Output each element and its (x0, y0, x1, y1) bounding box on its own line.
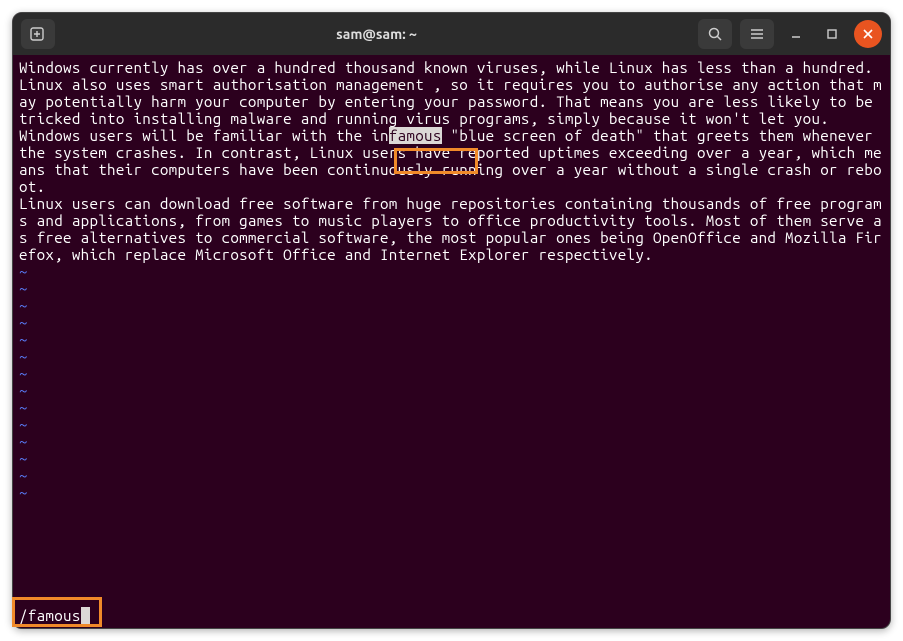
search-highlight: famous (389, 127, 442, 144)
tilde-line: ~ (19, 399, 884, 416)
new-tab-button[interactable] (21, 19, 55, 49)
tilde-line: ~ (19, 433, 884, 450)
titlebar: sam@sam: ~ (13, 13, 890, 55)
paragraph-1: Windows currently has over a hundred tho… (19, 59, 882, 127)
tilde-line: ~ (19, 467, 884, 484)
tilde-line: ~ (19, 331, 884, 348)
tilde-line: ~ (19, 297, 884, 314)
terminal-window: sam@sam: ~ Windows currently has over a … (12, 12, 891, 629)
paragraph-3: Linux users can download free software f… (19, 195, 882, 263)
tilde-line: ~ (19, 416, 884, 433)
tilde-line: ~ (19, 450, 884, 467)
titlebar-right (698, 19, 882, 49)
tilde-line: ~ (19, 280, 884, 297)
tilde-line: ~ (19, 484, 884, 501)
close-icon (862, 28, 874, 40)
window-title: sam@sam: ~ (55, 26, 698, 42)
tilde-line: ~ (19, 382, 884, 399)
command-line[interactable]: /famous (19, 607, 884, 624)
titlebar-left (21, 19, 55, 49)
minimize-icon (790, 28, 802, 40)
terminal-body[interactable]: Windows currently has over a hundred tho… (13, 55, 890, 628)
terminal-text: Windows currently has over a hundred tho… (19, 59, 884, 263)
tilde-line: ~ (19, 365, 884, 382)
hamburger-icon (749, 26, 765, 42)
tilde-line: ~ (19, 263, 884, 280)
empty-lines: ~~~~~~~~~~~~~~ (19, 263, 884, 501)
cursor (81, 607, 90, 624)
new-tab-icon (30, 26, 46, 42)
paragraph-2-pre: Windows users will be familiar with the … (19, 127, 389, 144)
search-command: /famous (19, 607, 81, 624)
close-button[interactable] (854, 20, 882, 48)
maximize-icon (826, 28, 838, 40)
tilde-line: ~ (19, 314, 884, 331)
menu-button[interactable] (740, 19, 774, 49)
minimize-button[interactable] (782, 20, 810, 48)
tilde-line: ~ (19, 348, 884, 365)
maximize-button[interactable] (818, 20, 846, 48)
search-button[interactable] (698, 19, 732, 49)
search-icon (707, 26, 723, 42)
